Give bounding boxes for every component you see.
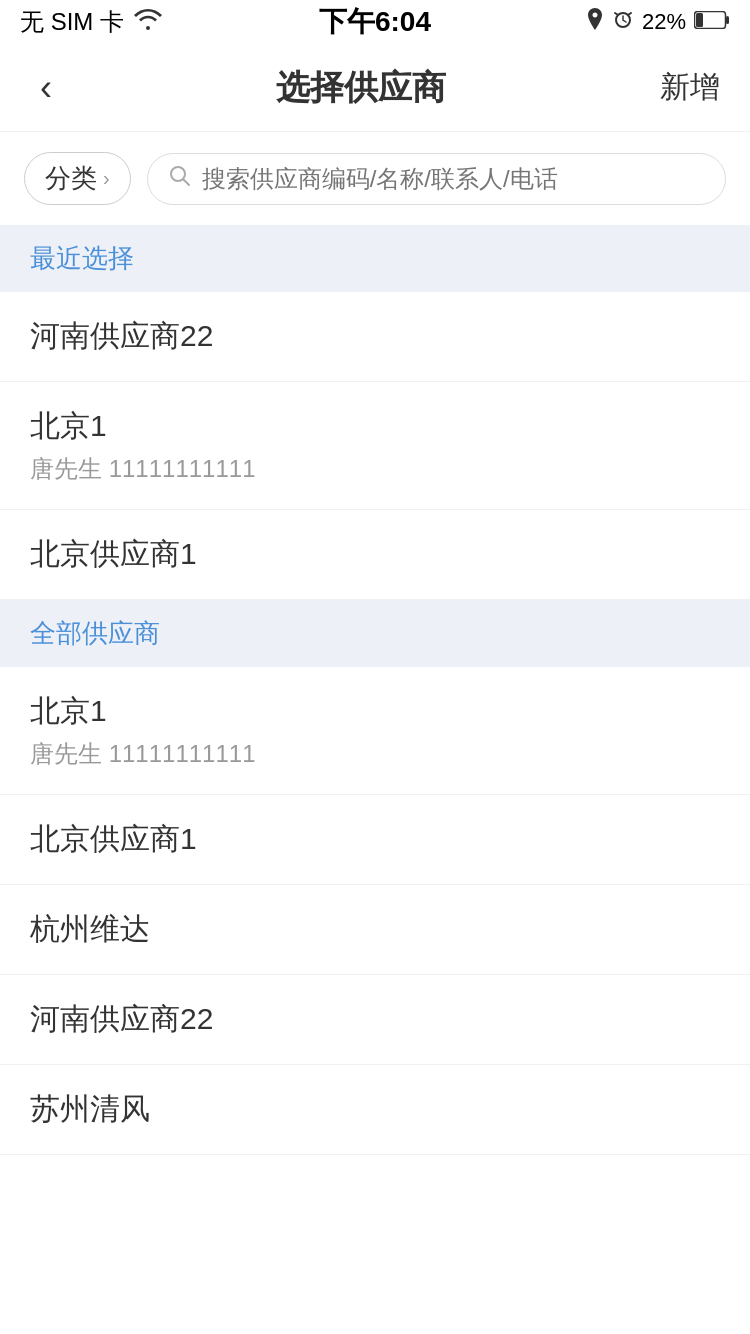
supplier-contact: 唐先生 11111111111	[30, 453, 720, 485]
supplier-name: 北京供应商1	[30, 534, 720, 575]
supplier-name: 苏州清风	[30, 1089, 720, 1130]
list-item[interactable]: 北京供应商1	[0, 510, 750, 600]
status-bar: 无 SIM 卡 下午6:04 22%	[0, 0, 750, 44]
back-button[interactable]: ‹	[30, 57, 62, 119]
supplier-name: 河南供应商22	[30, 999, 720, 1040]
list-item[interactable]: 北京供应商1	[0, 795, 750, 885]
add-button[interactable]: 新增	[660, 67, 720, 108]
search-box[interactable]	[147, 153, 726, 205]
list-item[interactable]: 北京1 唐先生 11111111111	[0, 382, 750, 510]
supplier-name: 北京1	[30, 406, 720, 447]
supplier-contact: 唐先生 11111111111	[30, 738, 720, 770]
supplier-name: 杭州维达	[30, 909, 720, 950]
supplier-name: 河南供应商22	[30, 316, 720, 357]
svg-rect-3	[726, 16, 729, 24]
alarm-icon	[612, 8, 634, 36]
recent-list: 河南供应商22 北京1 唐先生 11111111111 北京供应商1	[0, 292, 750, 600]
battery-label: 22%	[642, 9, 686, 35]
search-icon	[168, 164, 192, 194]
category-label: 分类	[45, 161, 97, 196]
search-input[interactable]	[202, 165, 705, 193]
list-item[interactable]: 北京1 唐先生 11111111111	[0, 667, 750, 795]
nav-bar: ‹ 选择供应商 新增	[0, 44, 750, 132]
chevron-right-icon: ›	[103, 167, 110, 190]
status-left: 无 SIM 卡	[20, 6, 162, 38]
carrier-label: 无 SIM 卡	[20, 6, 124, 38]
category-filter[interactable]: 分类 ›	[24, 152, 131, 205]
recent-section-header: 最近选择	[0, 225, 750, 292]
list-item[interactable]: 苏州清风	[0, 1065, 750, 1155]
supplier-name: 北京1	[30, 691, 720, 732]
list-item[interactable]: 河南供应商22	[0, 292, 750, 382]
svg-rect-2	[696, 13, 703, 27]
all-section-header: 全部供应商	[0, 600, 750, 667]
list-item[interactable]: 河南供应商22	[0, 975, 750, 1065]
location-icon	[586, 8, 604, 36]
recent-section-label: 最近选择	[30, 243, 134, 273]
list-item[interactable]: 杭州维达	[0, 885, 750, 975]
wifi-icon	[134, 8, 162, 36]
filter-area: 分类 ›	[0, 132, 750, 225]
page-title: 选择供应商	[276, 65, 446, 111]
status-right: 22%	[586, 8, 730, 36]
all-list: 北京1 唐先生 11111111111 北京供应商1 杭州维达河南供应商22 苏州清风	[0, 667, 750, 1155]
supplier-name: 北京供应商1	[30, 819, 720, 860]
battery-icon	[694, 9, 730, 35]
status-time: 下午6:04	[319, 3, 431, 41]
all-section-label: 全部供应商	[30, 618, 160, 648]
